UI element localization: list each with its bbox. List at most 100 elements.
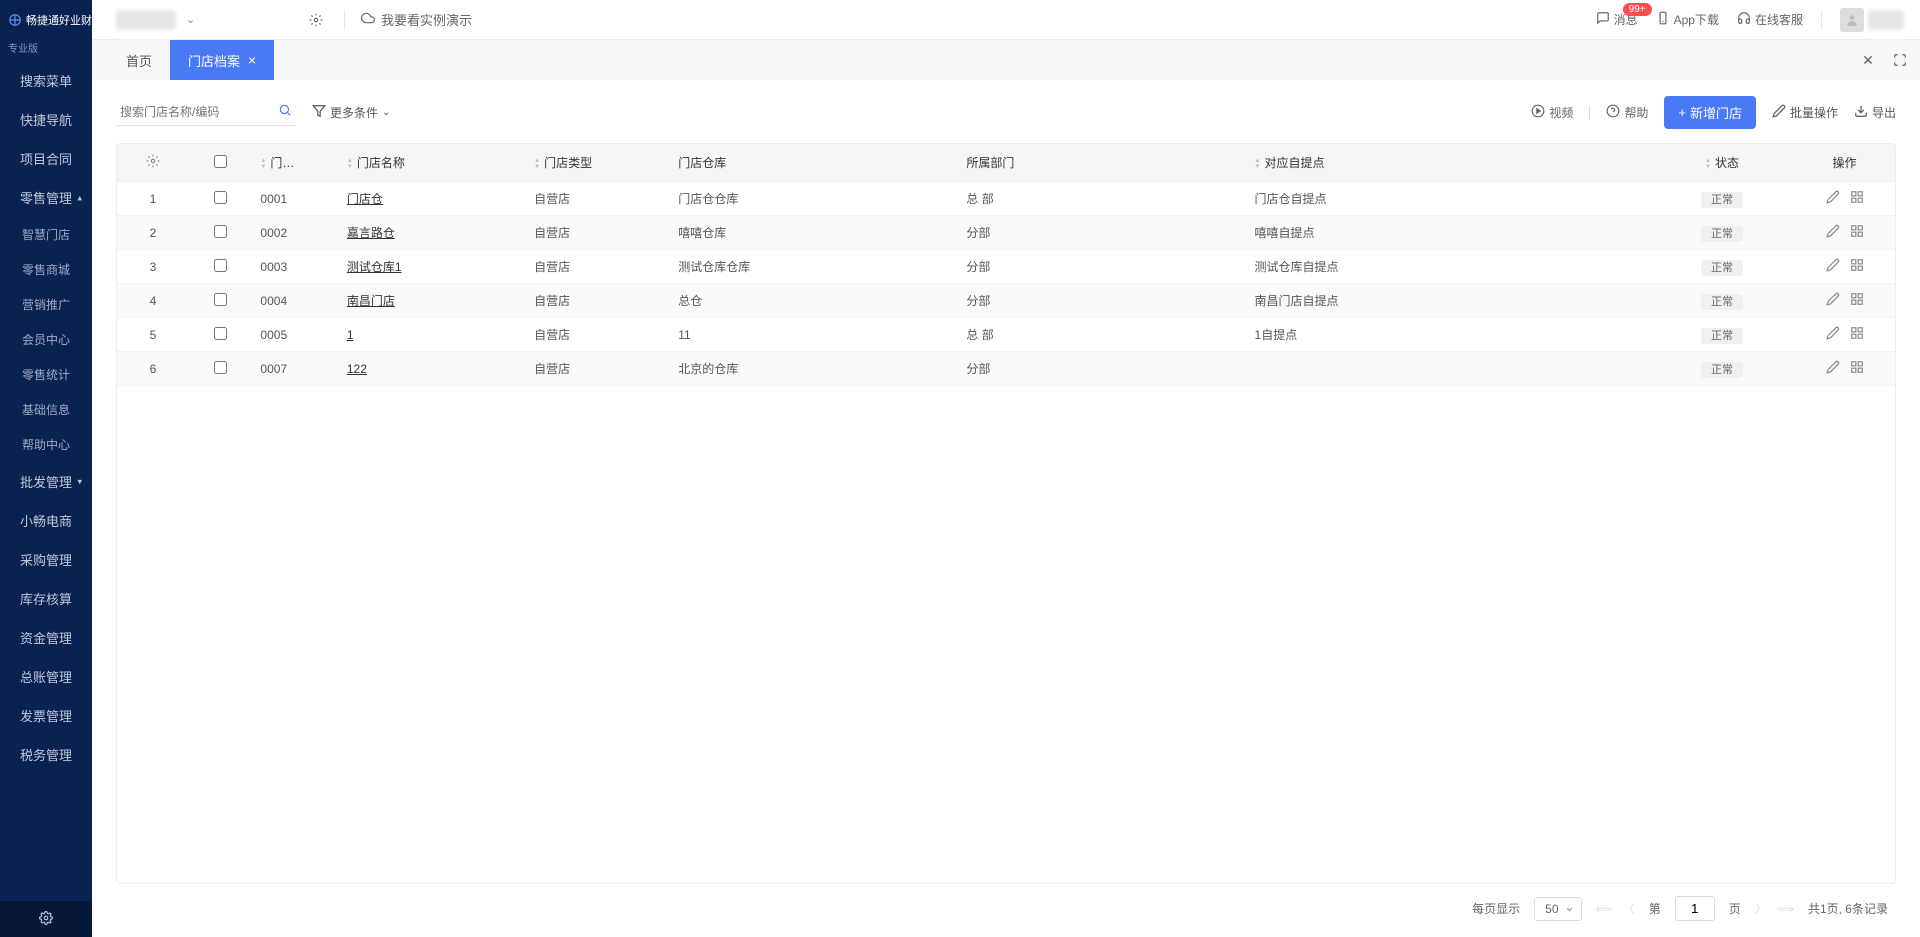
help-label: 帮助 <box>1624 104 1648 121</box>
row-more-icon[interactable] <box>1850 224 1864 241</box>
store-name-link[interactable]: 嘉言路仓 <box>347 226 395 240</box>
sidebar-item-purchase-mgmt[interactable]: 采购管理 <box>0 540 92 579</box>
sidebar-subitem-retail-mall[interactable]: 零售商城 <box>0 252 92 287</box>
row-code: 0005 <box>252 318 338 352</box>
row-checkbox[interactable] <box>214 361 227 374</box>
row-edit-icon[interactable] <box>1826 258 1840 275</box>
col-status-header[interactable]: ▲▼状态 <box>1650 144 1794 182</box>
prev-page-icon[interactable]: 〈 <box>1623 900 1635 917</box>
table-row: 500051自营店11总 部1自提点正常 <box>117 318 1895 352</box>
row-type: 自营店 <box>526 216 670 250</box>
topbar: ⌄ 我要看实例演示 消息 99+ <box>92 0 1920 40</box>
sidebar-item-tax-mgmt[interactable]: 税务管理 <box>0 735 92 774</box>
row-checkbox[interactable] <box>214 225 227 238</box>
store-table: ▲▼门… ▲▼门店名称 ▲▼门店类型 门店仓库 所属部门 ▲▼对应自提点 ▲▼状… <box>117 144 1895 386</box>
row-checkbox-cell <box>189 182 252 216</box>
toolbar-divider <box>1589 106 1590 120</box>
table-row: 60007122自营店北京的仓库分部正常 <box>117 352 1895 386</box>
row-edit-icon[interactable] <box>1826 326 1840 343</box>
sidebar-item-search-menu[interactable]: 搜索菜单 <box>0 61 92 100</box>
row-edit-icon[interactable] <box>1826 224 1840 241</box>
per-page-select[interactable]: 50 <box>1534 897 1581 921</box>
video-link[interactable]: 视频 <box>1531 104 1573 121</box>
row-edit-icon[interactable] <box>1826 292 1840 309</box>
sidebar-subitem-retail-stats[interactable]: 零售统计 <box>0 357 92 392</box>
row-status: 正常 <box>1650 352 1794 386</box>
last-page-icon[interactable]: ⟹ <box>1777 902 1794 916</box>
sidebar-item-project-contract[interactable]: 项目合同 <box>0 139 92 178</box>
col-type-header[interactable]: ▲▼门店类型 <box>526 144 670 182</box>
row-warehouse: 北京的仓库 <box>670 352 958 386</box>
row-more-icon[interactable] <box>1850 258 1864 275</box>
store-name-link[interactable]: 1 <box>347 328 354 342</box>
fullscreen-button[interactable] <box>1888 48 1912 72</box>
row-checkbox[interactable] <box>214 191 227 204</box>
close-icon[interactable]: × <box>248 52 256 68</box>
row-index: 2 <box>117 216 189 250</box>
row-more-icon[interactable] <box>1850 292 1864 309</box>
online-service-button[interactable]: 在线客服 <box>1737 11 1803 28</box>
sidebar-item-inventory[interactable]: 库存核算 <box>0 579 92 618</box>
more-filters-button[interactable]: 更多条件 ⌄ <box>312 104 390 121</box>
status-badge: 正常 <box>1701 362 1743 378</box>
sidebar-item-quick-nav[interactable]: 快捷导航 <box>0 100 92 139</box>
sidebar-subitem-help-center[interactable]: 帮助中心 <box>0 427 92 462</box>
store-name-link[interactable]: 南昌门店 <box>347 294 395 308</box>
messages-button[interactable]: 消息 99+ <box>1596 11 1638 28</box>
row-edit-icon[interactable] <box>1826 360 1840 377</box>
sidebar-item-gl-mgmt[interactable]: 总账管理 <box>0 657 92 696</box>
page-input[interactable] <box>1675 896 1715 921</box>
row-more-icon[interactable] <box>1850 326 1864 343</box>
search-icon[interactable] <box>278 103 292 120</box>
row-more-icon[interactable] <box>1850 360 1864 377</box>
sidebar-subitem-marketing[interactable]: 营销推广 <box>0 287 92 322</box>
export-button[interactable]: 导出 <box>1854 104 1896 121</box>
first-page-icon[interactable]: ⟸ <box>1596 902 1613 916</box>
sidebar-settings[interactable] <box>0 901 92 937</box>
sidebar-item-fund-mgmt[interactable]: 资金管理 <box>0 618 92 657</box>
col-name-header[interactable]: ▲▼门店名称 <box>339 144 526 182</box>
org-name-blurred <box>116 10 176 30</box>
sidebar-item-retail-mgmt[interactable]: 零售管理 <box>0 178 92 217</box>
row-edit-icon[interactable] <box>1826 190 1840 207</box>
col-pickup-header[interactable]: ▲▼对应自提点 <box>1247 144 1650 182</box>
status-badge: 正常 <box>1701 328 1743 344</box>
sidebar-subitem-basic-info[interactable]: 基础信息 <box>0 392 92 427</box>
sidebar-subitem-member-center[interactable]: 会员中心 <box>0 322 92 357</box>
search-input[interactable] <box>116 99 296 126</box>
row-checkbox[interactable] <box>214 259 227 272</box>
sidebar-item-wholesale-mgmt[interactable]: 批发管理 <box>0 462 92 501</box>
batch-ops-button[interactable]: 批量操作 <box>1772 104 1838 121</box>
add-store-button[interactable]: + 新增门店 <box>1664 96 1756 129</box>
org-selector[interactable]: ⌄ <box>108 8 288 32</box>
col-warehouse-header: 门店仓库 <box>670 144 958 182</box>
sidebar-item-invoice-mgmt[interactable]: 发票管理 <box>0 696 92 735</box>
row-pickup: 1自提点 <box>1247 318 1650 352</box>
help-link[interactable]: 帮助 <box>1606 104 1648 121</box>
sidebar-subitem-smart-store[interactable]: 智慧门店 <box>0 217 92 252</box>
divider <box>344 10 345 30</box>
app-download-label: App下载 <box>1674 11 1719 28</box>
tab-store-archive[interactable]: 门店档案 × <box>170 40 274 80</box>
sidebar-item-ecom[interactable]: 小畅电商 <box>0 501 92 540</box>
select-all-checkbox[interactable] <box>214 155 227 168</box>
tab-home[interactable]: 首页 <box>108 40 170 80</box>
store-name-link[interactable]: 测试仓库1 <box>347 260 402 274</box>
row-ops <box>1794 318 1895 352</box>
store-name-link[interactable]: 122 <box>347 362 367 376</box>
demo-link[interactable]: 我要看实例演示 <box>361 10 472 29</box>
close-all-tabs-button[interactable]: ✕ <box>1856 48 1880 72</box>
store-name-link[interactable]: 门店仓 <box>347 192 383 206</box>
user-menu[interactable] <box>1840 8 1904 32</box>
row-more-icon[interactable] <box>1850 190 1864 207</box>
row-checkbox[interactable] <box>214 293 227 306</box>
col-settings[interactable] <box>117 144 189 182</box>
row-code: 0002 <box>252 216 338 250</box>
next-page-icon[interactable]: 〉 <box>1755 900 1767 917</box>
org-settings-button[interactable] <box>304 8 328 32</box>
row-code: 0004 <box>252 284 338 318</box>
col-code-header[interactable]: ▲▼门… <box>252 144 338 182</box>
app-download-button[interactable]: App下载 <box>1656 11 1719 28</box>
gear-icon <box>39 911 53 928</box>
row-checkbox[interactable] <box>214 327 227 340</box>
